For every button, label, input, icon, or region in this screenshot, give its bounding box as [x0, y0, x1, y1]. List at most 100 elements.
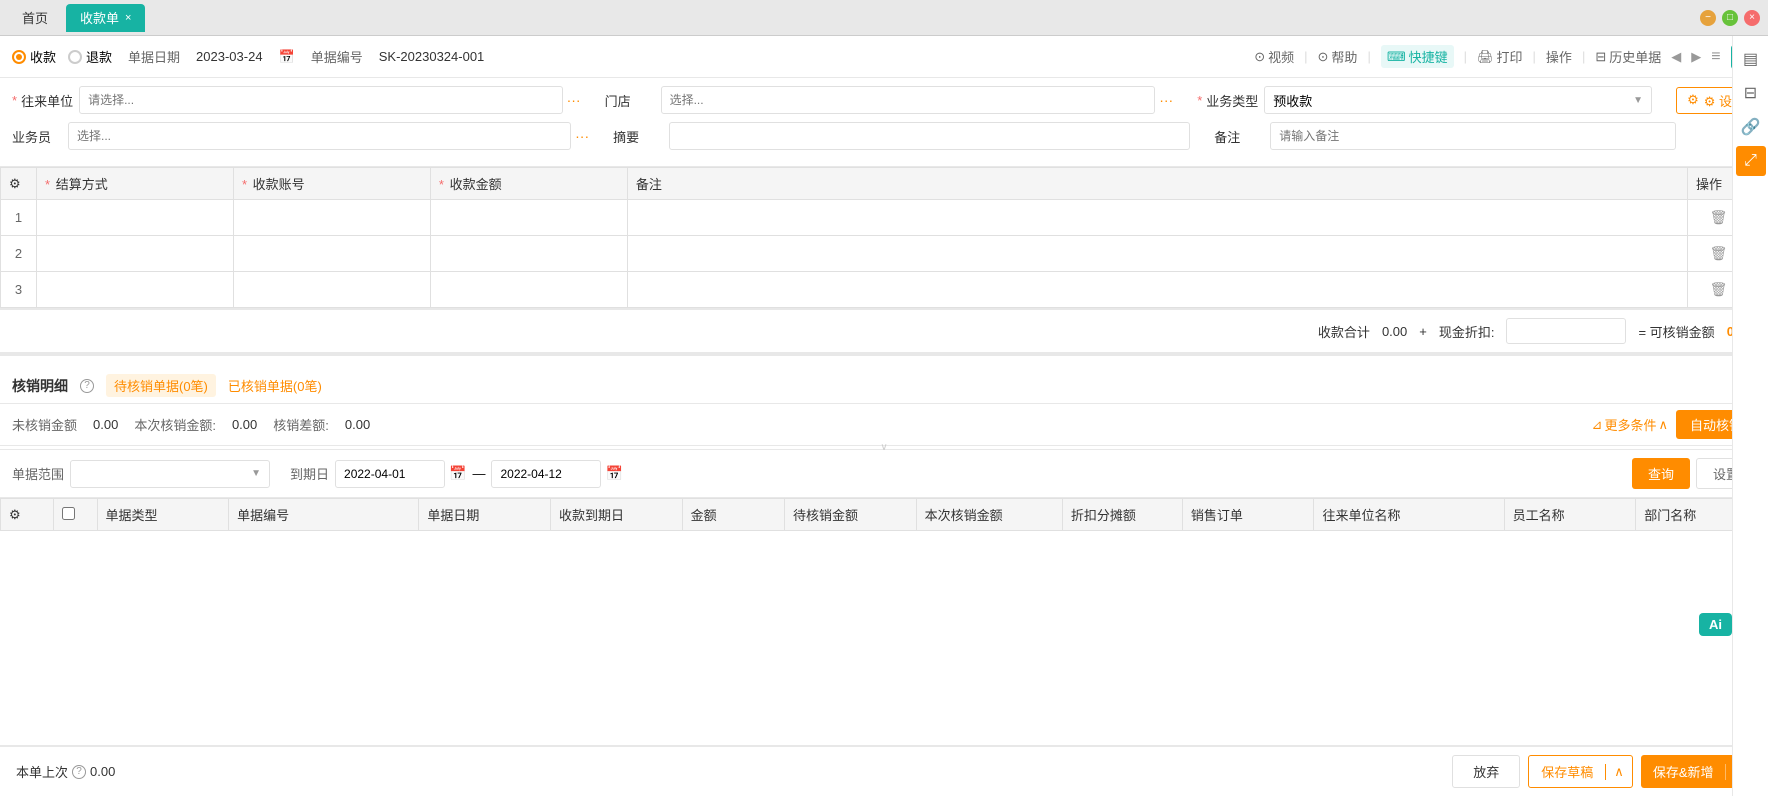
chevron-up-icon: ∧ — [1658, 417, 1668, 433]
radio-receipt[interactable]: 收款 — [12, 47, 56, 66]
maximize-button[interactable]: □ — [1722, 10, 1738, 26]
circle-play-icon: ⊙ — [1254, 49, 1265, 65]
date-label: 单据日期 — [128, 47, 180, 66]
shortcut-btn[interactable]: ⌨ 快捷键 — [1381, 45, 1454, 68]
th-settings[interactable]: ⚙ — [1, 168, 37, 200]
bth-settings[interactable]: ⚙ — [1, 499, 54, 531]
print-btn[interactable]: 🖨 打印 — [1477, 47, 1523, 66]
settlement-cell-3[interactable] — [37, 272, 234, 308]
history-btn[interactable]: ⊟ 历史单据 — [1595, 47, 1661, 66]
counterparty-more-btn[interactable]: ··· — [567, 92, 581, 108]
amount-cell-2[interactable] — [430, 236, 627, 272]
delete-icon-3[interactable]: 🗑 — [1710, 281, 1728, 298]
save-draft-arrow-icon[interactable]: ∧ — [1605, 764, 1632, 780]
operation-btn[interactable]: 操作 — [1546, 47, 1572, 66]
footer-bar: 本单上次 ? 0.00 放弃 保存草稿 ∧ 保存&新增 ∧ — [0, 745, 1768, 796]
date-to-field: 📅 — [491, 460, 622, 488]
save-draft-label: 保存草稿 — [1529, 762, 1605, 781]
divider4: | — [1533, 49, 1536, 64]
footer-info-icon[interactable]: ? — [72, 765, 86, 779]
radio-refund[interactable]: 退款 — [68, 47, 112, 66]
query-button[interactable]: 查询 — [1632, 458, 1690, 489]
sidebar-doc-icon[interactable]: ⊟ — [1736, 78, 1766, 108]
date-to-input[interactable] — [491, 460, 601, 488]
note-cell-1[interactable] — [627, 200, 1687, 236]
bth-counterparty: 往来单位名称 — [1314, 499, 1504, 531]
print-icon: 🖨 — [1477, 49, 1494, 65]
unchecked-value: 0.00 — [93, 417, 118, 432]
calendar-icon[interactable]: 📅 — [279, 49, 295, 65]
tab-receipt[interactable]: 收款单 × — [66, 4, 145, 32]
tab-bar: 首页 收款单 × − □ × — [0, 0, 1768, 36]
amount-cell-1[interactable] — [430, 200, 627, 236]
salesperson-field: 业务员 ··· — [12, 122, 589, 150]
settlement-cell-1[interactable] — [37, 200, 234, 236]
divider3: | — [1464, 49, 1467, 64]
account-cell-1[interactable] — [233, 200, 430, 236]
help-btn[interactable]: ⊙ 帮助 — [1318, 47, 1358, 66]
note-cell-3[interactable] — [627, 272, 1687, 308]
sidebar-table-icon[interactable]: ▤ — [1736, 44, 1766, 74]
account-cell-2[interactable] — [233, 236, 430, 272]
business-type-select[interactable]: 预收款 ▼ — [1264, 86, 1652, 114]
discount-label: 现金折扣: — [1439, 322, 1495, 341]
note-label: 备注 — [1214, 127, 1264, 146]
calendar-from-icon[interactable]: 📅 — [449, 465, 466, 482]
divider1: | — [1304, 49, 1307, 64]
table-row: 3 🗑 ⧉ — [1, 272, 1768, 308]
arrow-left-icon[interactable]: ◀ — [1671, 49, 1681, 65]
salesperson-more-btn[interactable]: ··· — [575, 128, 589, 144]
number-value: SK-20230324-001 — [379, 49, 485, 64]
select-all-checkbox[interactable] — [62, 507, 75, 520]
store-more-btn[interactable]: ··· — [1159, 92, 1173, 108]
date-from-input[interactable] — [335, 460, 445, 488]
bth-current-verify: 本次核销金额 — [916, 499, 1062, 531]
delete-icon-1[interactable]: 🗑 — [1710, 209, 1728, 226]
bth-pending: 待核销金额 — [784, 499, 916, 531]
tab-home[interactable]: 首页 — [8, 4, 62, 32]
close-button[interactable]: × — [1744, 10, 1760, 26]
business-type-label: 业务类型 — [1206, 91, 1258, 110]
bth-amount: 金额 — [682, 499, 784, 531]
upper-section: 收款 退款 单据日期 2023-03-24 📅 单据编号 SK-20230324… — [0, 36, 1768, 356]
account-cell-3[interactable] — [233, 272, 430, 308]
save-draft-button[interactable]: 保存草稿 ∧ — [1528, 755, 1633, 788]
discount-input[interactable] — [1506, 318, 1626, 344]
salesperson-input[interactable] — [68, 122, 571, 150]
bth-sales-order: 销售订单 — [1182, 499, 1314, 531]
note-cell-2[interactable] — [627, 236, 1687, 272]
counterparty-input[interactable] — [79, 86, 563, 114]
arrow-right-icon[interactable]: ▶ — [1691, 49, 1701, 65]
discard-button[interactable]: 放弃 — [1452, 755, 1520, 788]
store-input[interactable] — [661, 86, 1156, 114]
receipt-table-container: ⚙ * 结算方式 * 收款账号 * 收款金额 — [0, 167, 1768, 309]
counterparty-label: 往来单位 — [21, 91, 73, 110]
th-amount: * 收款金额 — [430, 168, 627, 200]
tab-pending[interactable]: 待核销单据(0笔) — [106, 374, 216, 397]
tab-verified[interactable]: 已核销单据(0笔) — [220, 374, 330, 397]
summary-input[interactable] — [669, 122, 1190, 150]
amount-cell-3[interactable] — [430, 272, 627, 308]
minimize-button[interactable]: − — [1700, 10, 1716, 26]
info-icon[interactable]: ? — [80, 379, 94, 393]
sidebar-link-icon[interactable]: 🔗 — [1736, 112, 1766, 142]
delete-icon-2[interactable]: 🗑 — [1710, 245, 1728, 262]
sidebar-expand-icon[interactable]: ⤢ — [1736, 146, 1766, 176]
footer-info: 本单上次 ? 0.00 — [16, 762, 115, 781]
ai-badge[interactable]: Ai — [1699, 613, 1732, 636]
tab-close-icon[interactable]: × — [125, 12, 131, 24]
more-conditions-btn[interactable]: ⊿ 更多条件 ∧ — [1592, 415, 1668, 434]
video-btn[interactable]: ⊙ 视频 — [1254, 47, 1294, 66]
settlement-cell-2[interactable] — [37, 236, 234, 272]
range-select[interactable]: ▼ — [70, 460, 270, 488]
calendar-to-icon[interactable]: 📅 — [605, 465, 622, 482]
table-gear-icon: ⚙ — [9, 176, 21, 191]
date-from-field: 📅 — [335, 460, 466, 488]
radio-receipt-dot — [12, 50, 26, 64]
list-view-icon[interactable]: ≡ — [1711, 48, 1720, 66]
bottom-table-container: ⚙ 单据类型 单据编号 单据日期 — [0, 498, 1768, 745]
bth-doc-number: 单据编号 — [229, 499, 419, 531]
range-field: 单据范围 ▼ — [12, 460, 270, 488]
note-input[interactable] — [1270, 122, 1676, 150]
select-chevron-icon: ▼ — [1633, 95, 1643, 106]
